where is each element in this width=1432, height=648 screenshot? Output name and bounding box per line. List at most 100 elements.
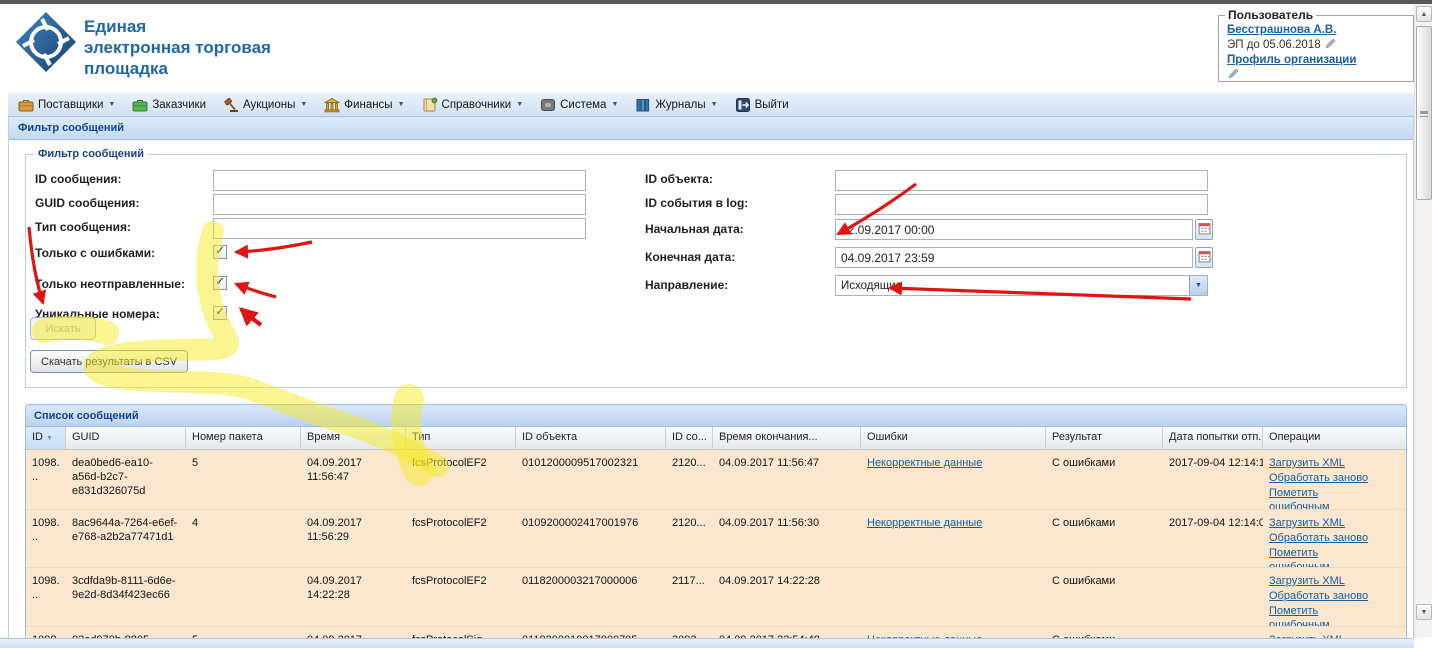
menu-item-customers[interactable]: Заказчики (132, 97, 206, 113)
menu-item-directories[interactable]: Справочники ▼ (422, 97, 524, 113)
table-row[interactable]: 1098... 8ac9644a-7264-e6ef-e768-a2b2a774… (26, 510, 1406, 568)
load-xml-link[interactable]: Загрузить XML (1269, 516, 1379, 530)
cell-attempt-date: 2017-09-04 12:14:09 (1169, 517, 1263, 529)
cell-result: С ошибками (1052, 457, 1116, 469)
journals-icon (635, 97, 651, 113)
errors-link[interactable]: Некорректные данные (867, 457, 982, 469)
direction-selected-value: Исходящие (841, 279, 902, 292)
column-header-operations[interactable]: Операции (1263, 427, 1406, 449)
calendar-icon (1198, 222, 1210, 234)
cell-guid: 3cdfda9b-8111-6d6e-9e2d-8d34f423ec66 (72, 575, 176, 601)
column-header-packet[interactable]: Номер пакета (186, 427, 301, 449)
menu-item-label: Аукционы (243, 98, 296, 111)
load-xml-link[interactable]: Загрузить XML (1269, 456, 1379, 470)
column-header-attempt-date[interactable]: Дата попытки отп... (1163, 427, 1263, 449)
log-event-id-label: ID события в log: (645, 196, 749, 210)
menu-item-suppliers[interactable]: Поставщики ▼ (18, 97, 115, 113)
errors-link[interactable]: Некорректные данные (867, 517, 982, 529)
gavel-icon (223, 97, 239, 113)
book-icon (422, 97, 438, 113)
direction-dropdown-button[interactable]: ▼ (1189, 276, 1207, 295)
check-icon: ✓ (215, 276, 225, 288)
message-guid-label: GUID сообщения: (35, 196, 140, 210)
mark-erroneous-link[interactable]: Пометить ошибочным (1269, 546, 1379, 567)
load-xml-link[interactable]: Загрузить XML (1269, 574, 1379, 588)
cell-end-time: 04.09.2017 11:56:47 (719, 457, 820, 469)
scrollbar-thumb[interactable] (1416, 26, 1432, 200)
menu-item-label: Журналы (655, 98, 706, 111)
unique-numbers-checkbox[interactable]: ✓ (213, 306, 227, 320)
menu-item-exit[interactable]: Выйти (735, 97, 789, 113)
log-event-id-input[interactable] (835, 194, 1208, 215)
cell-time: 04.09.2017 11:56:47 (307, 457, 363, 483)
column-header-time[interactable]: Время (301, 427, 406, 449)
table-row[interactable]: 1098... 3cdfda9b-8111-6d6e-9e2d-8d34f423… (26, 568, 1406, 627)
object-id-input[interactable] (835, 170, 1208, 191)
bottom-scroll-strip[interactable] (0, 638, 1414, 648)
cell-event-id: 2117... (672, 575, 705, 587)
menu-item-label: Заказчики (152, 98, 206, 111)
message-id-input[interactable] (213, 170, 586, 191)
cell-type: fcsProtocolEF2 (412, 517, 487, 529)
end-date-label: Конечная дата: (645, 250, 736, 264)
cell-result: С ошибками (1052, 575, 1116, 587)
chevron-down-icon: ▼ (516, 101, 524, 108)
menu-item-auctions[interactable]: Аукционы ▼ (223, 97, 307, 113)
chevron-down-icon: ▼ (300, 101, 308, 108)
user-name-link[interactable]: Бесстрашнова А.В. (1227, 24, 1336, 36)
reprocess-link[interactable]: Обработать заново (1269, 589, 1379, 603)
eetp-logo (14, 10, 78, 74)
column-header-end-time[interactable]: Время окончания... (713, 427, 861, 449)
only-unsent-label: Только неотправленные: (35, 277, 185, 291)
scroll-down-button[interactable]: ▼ (1416, 604, 1432, 620)
cell-end-time: 04.09.2017 14:22:28 (719, 575, 820, 587)
user-panel: Пользователь Бесстрашнова А.В. ЭП до 05.… (1218, 8, 1414, 82)
sort-desc-icon: ▼ (46, 435, 53, 442)
reprocess-link[interactable]: Обработать заново (1269, 471, 1379, 485)
browser-top-strip (0, 0, 1432, 4)
start-date-calendar-button[interactable] (1195, 219, 1213, 240)
cell-id: 1098... (32, 457, 60, 483)
mark-erroneous-link[interactable]: Пометить ошибочным (1269, 604, 1379, 626)
edit-pencil-icon[interactable] (1324, 38, 1336, 50)
reprocess-link[interactable]: Обработать заново (1269, 531, 1379, 545)
org-profile-link[interactable]: Профиль организации (1227, 54, 1356, 66)
end-date-input[interactable] (835, 247, 1193, 268)
message-type-input[interactable] (213, 218, 586, 239)
message-type-label: Тип сообщения: (35, 220, 131, 234)
app-title-line3: площадка (84, 59, 168, 78)
column-header-type[interactable]: Тип (406, 427, 516, 449)
menu-item-journals[interactable]: Журналы ▼ (635, 97, 718, 113)
grid-title: Список сообщений (34, 410, 139, 422)
chevron-down-icon: ▼ (108, 101, 116, 108)
only-unsent-checkbox[interactable]: ✓ (213, 276, 227, 290)
vertical-scrollbar[interactable]: ▲ ▼ (1414, 4, 1432, 638)
column-header-errors[interactable]: Ошибки (861, 427, 1046, 449)
csv-download-button[interactable]: Скачать результаты в CSV (30, 350, 189, 373)
message-guid-input[interactable] (213, 194, 586, 215)
page-title: Фильтр сообщений (18, 122, 125, 134)
scroll-down-icon: ▼ (1420, 609, 1428, 616)
end-date-calendar-button[interactable] (1195, 247, 1213, 268)
chevron-down-icon: ▼ (1195, 282, 1202, 289)
only-errors-checkbox[interactable]: ✓ (213, 245, 227, 259)
cell-id: 1098... (32, 575, 60, 601)
column-header-id[interactable]: ID ▼ (26, 427, 66, 449)
scrollbar-grip (1420, 111, 1428, 117)
column-header-guid[interactable]: GUID (66, 427, 186, 449)
menu-item-system[interactable]: Система ▼ (540, 97, 618, 113)
only-errors-label: Только с ошибками: (35, 246, 156, 260)
column-header-object-id[interactable]: ID объекта (516, 427, 666, 449)
table-row[interactable]: 1098... dea0bed6-ea10-a56d-b2c7-e831d326… (26, 450, 1406, 510)
mark-erroneous-link[interactable]: Пометить ошибочным (1269, 486, 1379, 509)
menu-item-label: Выйти (754, 98, 789, 111)
start-date-input[interactable] (835, 219, 1193, 240)
menu-item-finances[interactable]: Финансы ▼ (323, 97, 405, 113)
column-header-result[interactable]: Результат (1046, 427, 1163, 449)
chevron-down-icon: ▼ (611, 101, 619, 108)
column-header-event-id[interactable]: ID со... (666, 427, 713, 449)
edit-pencil-icon[interactable] (1227, 68, 1239, 80)
direction-select[interactable]: Исходящие ▼ (835, 275, 1208, 296)
scroll-up-button[interactable]: ▲ (1416, 6, 1432, 22)
search-button[interactable]: Искать (30, 317, 96, 340)
